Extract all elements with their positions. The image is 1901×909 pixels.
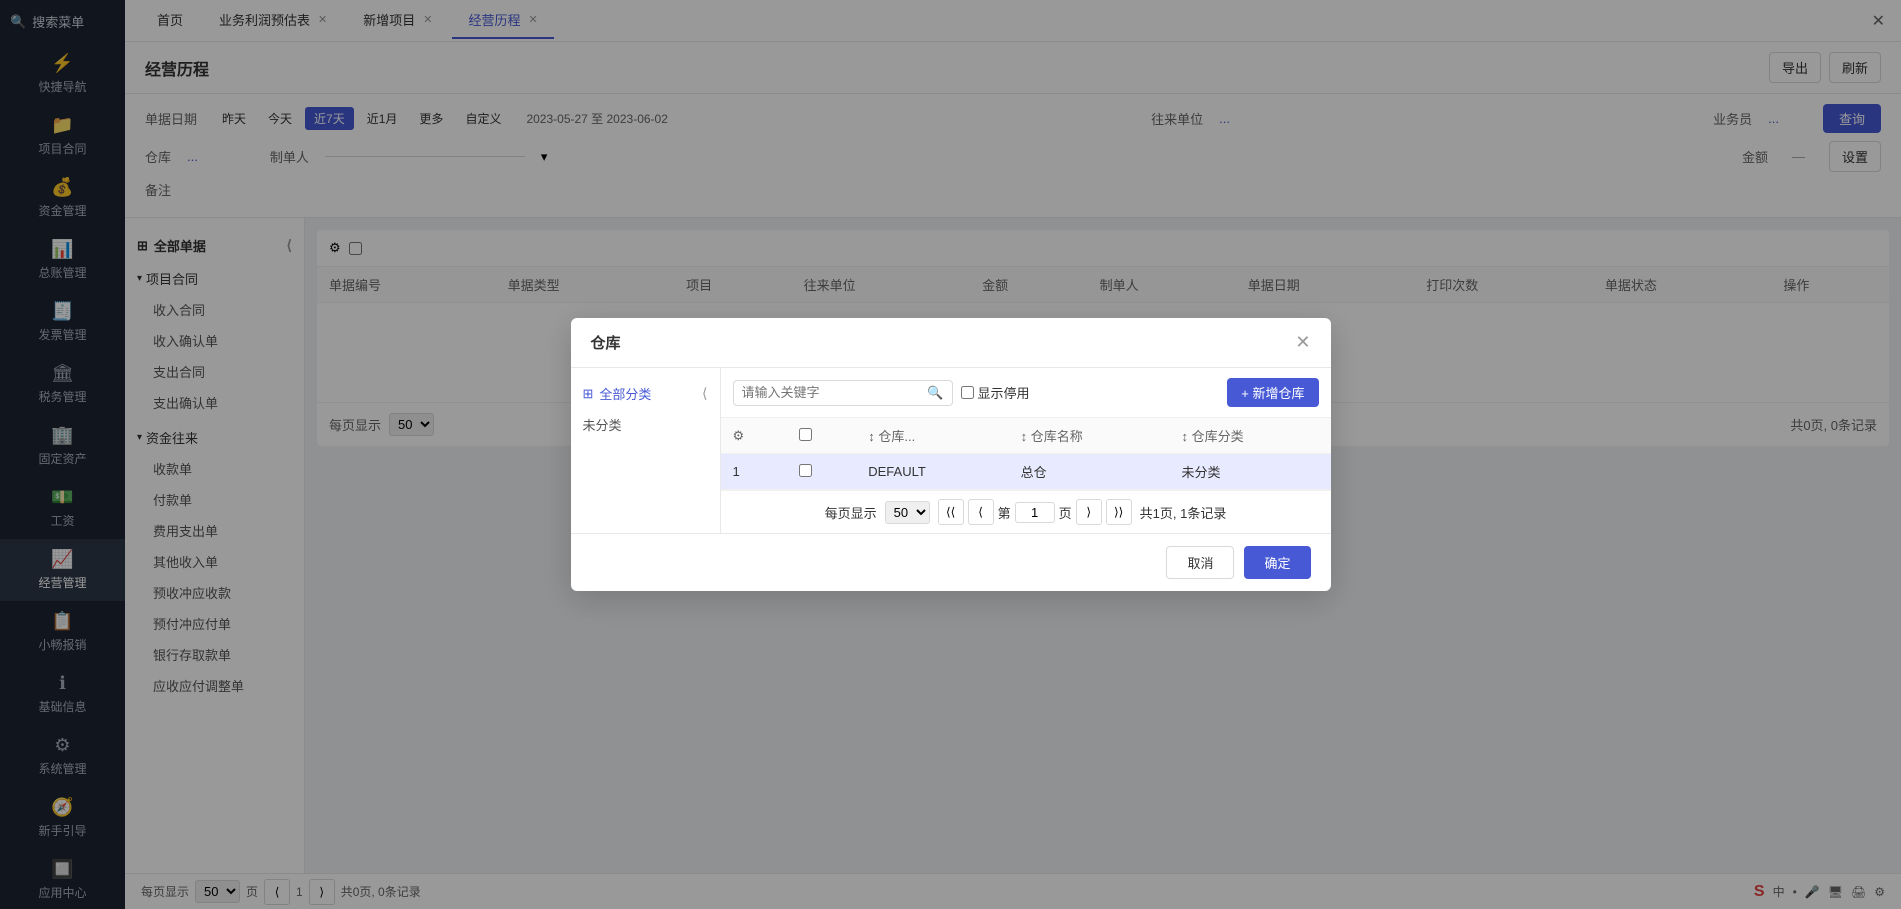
modal-page-nav: ⟨⟨ ⟨ 第 页 ⟩ ⟩⟩ [938,499,1132,525]
modal-table: ⚙ ↕ 仓库... ↕ 仓库名称 ↕ 仓库分类 1 DEFA [721,418,1331,490]
modal-per-page-label: 每页显示 [825,503,877,522]
last-page-btn[interactable]: ⟩⟩ [1106,499,1132,525]
modal-header: 仓库 ✕ [571,318,1331,368]
modal-collapse-btn[interactable]: ⟨ [702,385,707,402]
page-num-input[interactable] [1015,502,1055,523]
row-name: 总仓 [1009,454,1170,490]
table-row[interactable]: 1 DEFAULT 总仓 未分类 [721,454,1331,490]
row-category: 未分类 [1170,454,1331,490]
row-check[interactable] [799,464,812,477]
modal-search-input[interactable] [742,385,924,400]
modal-toolbar: 🔍 显示停用 + 新增仓库 [721,368,1331,418]
modal-overlay[interactable]: 仓库 ✕ ⊞ 全部分类 ⟨ 未分类 🔍 [0,0,1901,909]
next-page-btn[interactable]: ⟩ [1076,499,1102,525]
modal-col-gear: ⚙ [721,418,788,454]
confirm-button[interactable]: 确定 [1244,546,1310,579]
modal-body: ⊞ 全部分类 ⟨ 未分类 🔍 显示停用 [571,368,1331,533]
modal-total-label: 共1页, 1条记录 [1140,503,1227,522]
modal-col-category: ↕ 仓库分类 [1170,418,1331,454]
modal-left-uncategorized[interactable]: 未分类 [571,409,720,440]
modal-col-code: ↕ 仓库... [856,418,1008,454]
cancel-button[interactable]: 取消 [1166,546,1234,579]
modal-title: 仓库 [591,332,621,353]
modal-col-name: ↕ 仓库名称 [1009,418,1170,454]
show-disabled-label[interactable]: 显示停用 [961,383,1030,402]
search-icon-modal: 🔍 [927,385,943,401]
show-disabled-checkbox[interactable] [961,386,974,399]
first-page-btn[interactable]: ⟨⟨ [938,499,964,525]
modal-search-box: 🔍 [733,380,953,406]
modal-left-header[interactable]: ⊞ 全部分类 ⟨ [571,378,720,409]
modal-table-footer: 每页显示 50 ⟨⟨ ⟨ 第 页 ⟩ ⟩⟩ 共1页, 1条记录 [721,490,1331,533]
row-checkbox [787,454,856,490]
page-label: 第 [998,503,1011,522]
modal-left-panel: ⊞ 全部分类 ⟨ 未分类 [571,368,721,533]
all-category-label: 全部分类 [599,384,651,403]
row-index: 1 [721,454,788,490]
modal-close-button[interactable]: ✕ [1295,332,1310,353]
prev-page-btn[interactable]: ⟨ [968,499,994,525]
page-of-label: 页 [1059,503,1072,522]
row-code: DEFAULT [856,454,1008,490]
grid-icon-modal: ⊞ [583,386,594,402]
modal-table-wrap: ⚙ ↕ 仓库... ↕ 仓库名称 ↕ 仓库分类 1 DEFA [721,418,1331,490]
modal-right-panel: 🔍 显示停用 + 新增仓库 ⚙ ↕ 仓库... [721,368,1331,533]
modal-footer: 取消 确定 [571,533,1331,591]
add-warehouse-button[interactable]: + 新增仓库 [1227,378,1318,407]
modal-select-all[interactable] [799,428,812,441]
modal-col-check [787,418,856,454]
modal-per-page-select[interactable]: 50 [885,501,930,524]
warehouse-modal: 仓库 ✕ ⊞ 全部分类 ⟨ 未分类 🔍 [571,318,1331,591]
